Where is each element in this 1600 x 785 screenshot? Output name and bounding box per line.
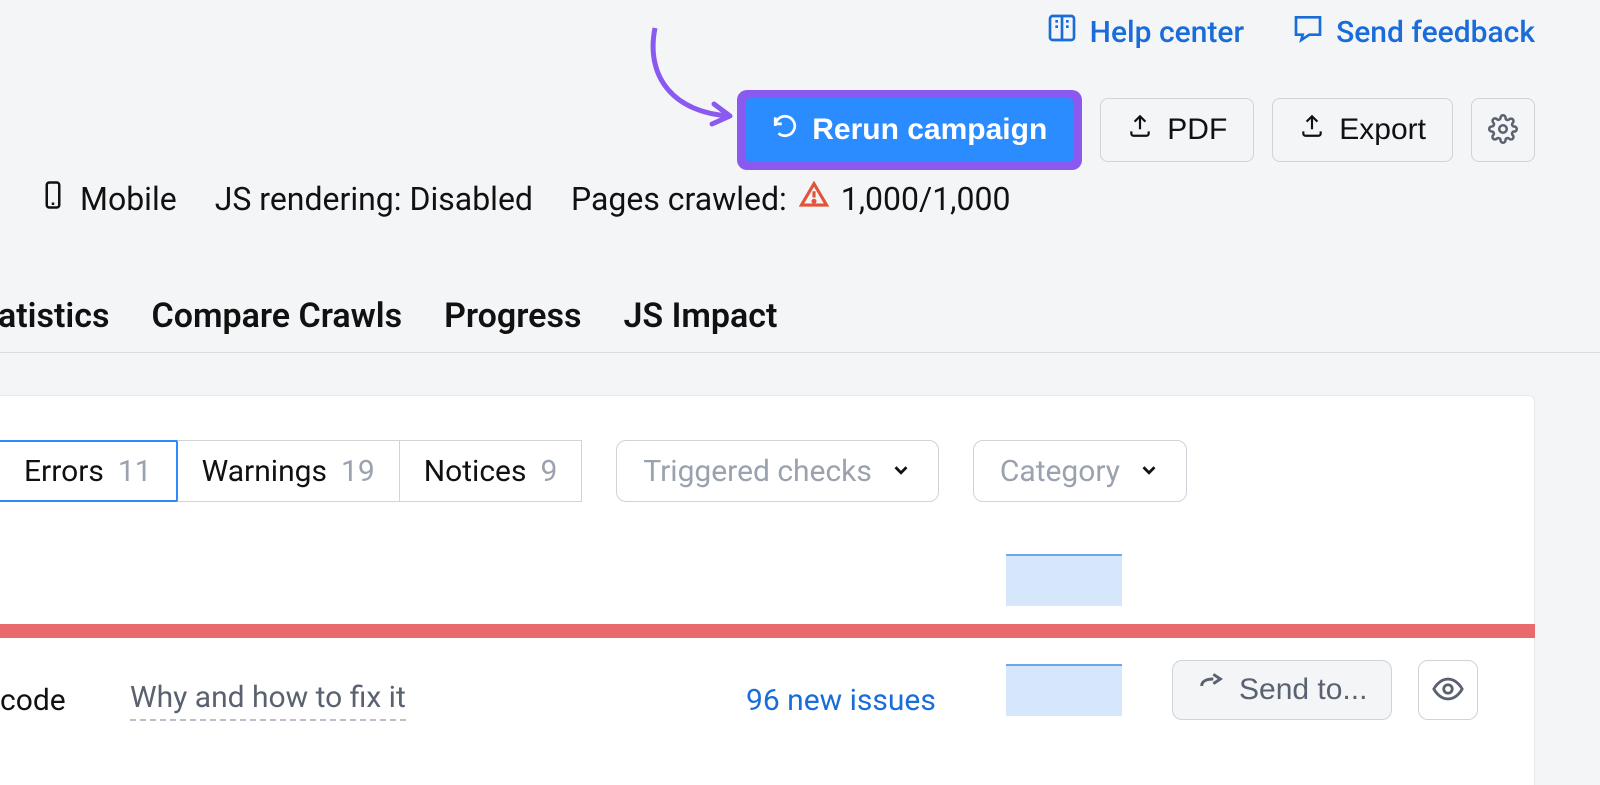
device-label: Mobile	[80, 180, 177, 218]
issue-status: code	[0, 683, 130, 718]
js-rendering-info: JS rendering: Disabled	[215, 180, 533, 218]
settings-button[interactable]	[1471, 98, 1535, 162]
tab-progress[interactable]: Progress	[444, 296, 581, 342]
pages-crawled-label: Pages crawled:	[571, 180, 787, 218]
book-icon	[1046, 12, 1078, 52]
rerun-highlight: Rerun campaign	[737, 90, 1082, 170]
new-issues-link[interactable]: 96 new issues	[746, 683, 936, 718]
filter-notices-label: Notices	[424, 454, 527, 489]
tab-statistics[interactable]: atistics	[0, 296, 109, 342]
tabs-divider	[0, 352, 1600, 353]
help-center-label: Help center	[1090, 15, 1244, 50]
filter-notices[interactable]: Notices 9	[400, 440, 583, 502]
view-button[interactable]	[1418, 660, 1478, 720]
filter-errors-label: Errors	[24, 454, 104, 489]
pages-crawled-value: 1,000/1,000	[841, 180, 1011, 218]
category-select[interactable]: Category	[973, 440, 1187, 502]
tab-compare-crawls[interactable]: Compare Crawls	[151, 296, 402, 342]
chevron-down-icon	[1138, 454, 1160, 489]
send-to-button[interactable]: Send to...	[1172, 660, 1392, 720]
chevron-down-icon	[890, 454, 912, 489]
filter-warnings[interactable]: Warnings 19	[178, 440, 400, 502]
gear-icon	[1488, 114, 1518, 147]
upload-icon	[1299, 113, 1325, 147]
eye-icon	[1431, 672, 1465, 709]
rerun-campaign-button[interactable]: Rerun campaign	[745, 98, 1074, 162]
filter-warnings-label: Warnings	[202, 454, 327, 489]
chat-icon	[1292, 12, 1324, 52]
forward-arrow-icon	[1197, 672, 1225, 708]
triggered-checks-select[interactable]: Triggered checks	[616, 440, 939, 502]
sparkline	[1006, 664, 1122, 716]
pdf-label: PDF	[1167, 113, 1227, 147]
help-center-link[interactable]: Help center	[1046, 12, 1244, 52]
why-and-how-link[interactable]: Why and how to fix it	[130, 680, 406, 721]
js-rendering-value: Disabled	[410, 180, 533, 218]
device-info: Mobile	[38, 180, 177, 218]
filter-errors-count: 11	[118, 454, 152, 489]
filter-warnings-count: 19	[341, 454, 375, 489]
refresh-icon	[772, 113, 798, 147]
export-button[interactable]: Export	[1272, 98, 1453, 162]
send-to-label: Send to...	[1239, 673, 1367, 707]
pdf-button[interactable]: PDF	[1100, 98, 1254, 162]
mobile-icon	[38, 180, 68, 218]
pages-crawled-info: Pages crawled: 1,000/1,000	[571, 180, 1010, 218]
send-feedback-link[interactable]: Send feedback	[1292, 12, 1535, 52]
sparkline	[1006, 554, 1122, 606]
send-feedback-label: Send feedback	[1336, 15, 1535, 50]
warning-icon	[799, 180, 829, 218]
issue-type-group: Errors 11 Warnings 19 Notices 9	[0, 440, 582, 502]
category-label: Category	[1000, 454, 1120, 489]
tab-js-impact[interactable]: JS Impact	[623, 296, 777, 342]
severity-bar	[0, 624, 1535, 638]
rerun-label: Rerun campaign	[812, 113, 1047, 147]
js-rendering-label: JS rendering:	[215, 180, 402, 218]
export-label: Export	[1339, 113, 1426, 147]
triggered-label: Triggered checks	[643, 454, 872, 489]
filter-notices-count: 9	[540, 454, 557, 489]
filter-errors[interactable]: Errors 11	[0, 440, 178, 502]
upload-icon	[1127, 113, 1153, 147]
